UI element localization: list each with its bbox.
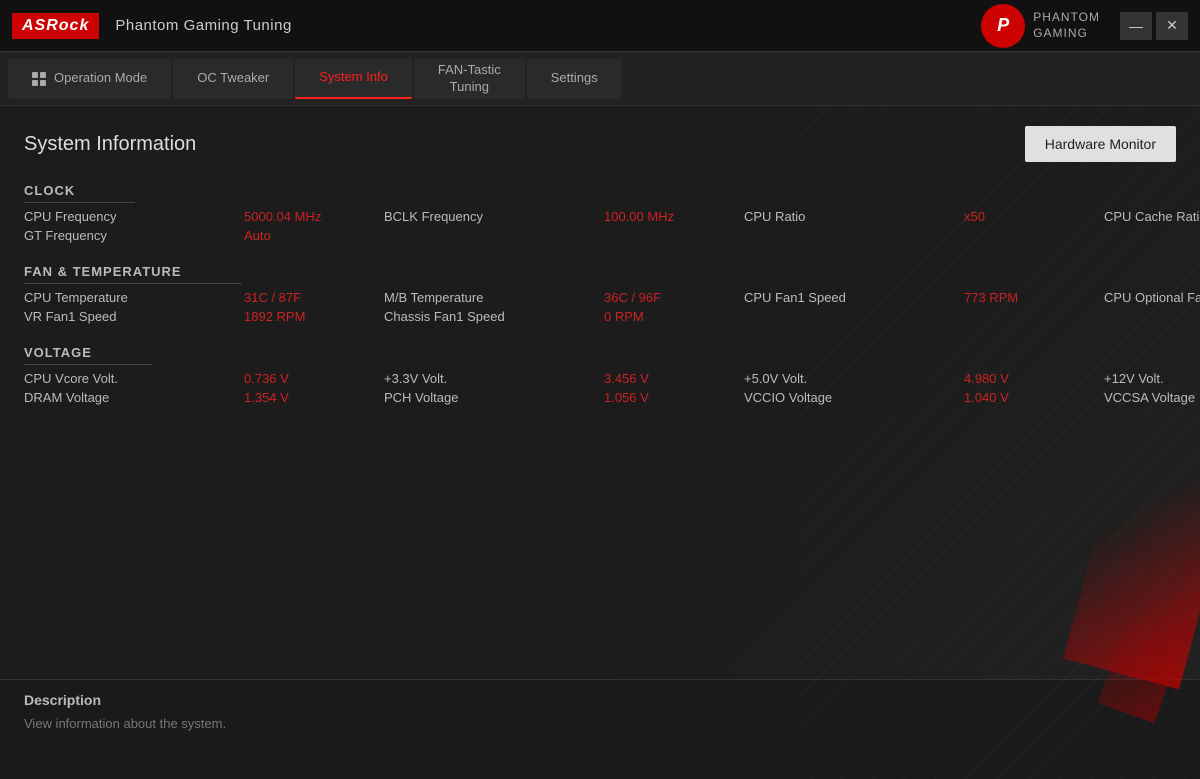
hardware-monitor-button[interactable]: Hardware Monitor — [1025, 126, 1176, 162]
table-row: CPU Temperature 31C / 87F M/B Temperatur… — [24, 290, 1176, 305]
cpu-vcore-value: 0.736 V — [244, 371, 384, 386]
dram-voltage-label: DRAM Voltage — [24, 390, 244, 405]
p12v-label: +12V Volt. — [1104, 371, 1200, 386]
cpu-ratio-label: CPU Ratio — [744, 209, 964, 224]
mb-temp-label: M/B Temperature — [384, 290, 604, 305]
vr-fan1-label: VR Fan1 Speed — [24, 309, 244, 324]
section-header: System Information Hardware Monitor — [24, 126, 1176, 162]
cpu-vcore-label: CPU Vcore Volt. — [24, 371, 244, 386]
system-info-area: System Information Hardware Monitor CLOC… — [0, 106, 1200, 679]
gt-frequency-value: Auto — [244, 228, 384, 243]
cpu-frequency-label: CPU Frequency — [24, 209, 244, 224]
window-controls: — ✕ — [1120, 12, 1188, 40]
vccsa-voltage-label: VCCSA Voltage — [1104, 390, 1200, 405]
grid-dot — [32, 80, 38, 86]
grid-icon — [32, 72, 46, 86]
cpu-fan1-label: CPU Fan1 Speed — [744, 290, 964, 305]
p33v-value: 3.456 V — [604, 371, 744, 386]
cpu-temp-label: CPU Temperature — [24, 290, 244, 305]
grid-dot — [40, 72, 46, 78]
minimize-button[interactable]: — — [1120, 12, 1152, 40]
clock-section: CLOCK CPU Frequency 5000.04 MHz BCLK Fre… — [24, 182, 1176, 243]
cpu-fan1-value: 773 RPM — [964, 290, 1104, 305]
table-row: GT Frequency Auto — [24, 228, 1176, 243]
cpu-opt-fan-label: CPU Optional Fan Speed — [1104, 290, 1200, 305]
cpu-ratio-value: x50 — [964, 209, 1104, 224]
bclk-frequency-label: BCLK Frequency — [384, 209, 604, 224]
pch-voltage-value: 1.056 V — [604, 390, 744, 405]
tab-operation-mode-label: Operation Mode — [54, 70, 147, 87]
fan-temp-rows: CPU Temperature 31C / 87F M/B Temperatur… — [24, 290, 1176, 324]
cpu-cache-ratio-label: CPU Cache Ratio — [1104, 209, 1200, 224]
description-footer: Description View information about the s… — [0, 679, 1200, 779]
chassis-fan1-label: Chassis Fan1 Speed — [384, 309, 604, 324]
description-text: View information about the system. — [24, 716, 1176, 731]
p50v-label: +5.0V Volt. — [744, 371, 964, 386]
tab-settings[interactable]: Settings — [527, 59, 622, 99]
pch-voltage-label: PCH Voltage — [384, 390, 604, 405]
description-title: Description — [24, 692, 1176, 708]
fan-temp-section-title: FAN & TEMPERATURE — [24, 264, 242, 284]
grid-dot — [32, 72, 38, 78]
tab-system-info[interactable]: System Info — [295, 59, 412, 99]
mb-temp-value: 36C / 96F — [604, 290, 744, 305]
cpu-frequency-value: 5000.04 MHz — [244, 209, 384, 224]
phantom-logo-text: PHANTOMGAMING — [1033, 10, 1100, 41]
table-row: CPU Frequency 5000.04 MHz BCLK Frequency… — [24, 209, 1176, 224]
fan-temp-section: FAN & TEMPERATURE CPU Temperature 31C / … — [24, 263, 1176, 324]
table-row: VR Fan1 Speed 1892 RPM Chassis Fan1 Spee… — [24, 309, 1176, 324]
vr-fan1-value: 1892 RPM — [244, 309, 384, 324]
tab-operation-mode[interactable]: Operation Mode — [8, 59, 171, 99]
p50v-value: 4.980 V — [964, 371, 1104, 386]
table-row: CPU Vcore Volt. 0.736 V +3.3V Volt. 3.45… — [24, 371, 1176, 386]
asrock-logo: ASRock — [12, 13, 99, 39]
vccio-voltage-label: VCCIO Voltage — [744, 390, 964, 405]
section-title: System Information — [24, 133, 196, 156]
app-title: Phantom Gaming Tuning — [115, 17, 291, 34]
vccio-voltage-value: 1.040 V — [964, 390, 1104, 405]
tab-fan-tastic[interactable]: FAN-Tastic Tuning — [414, 59, 525, 99]
phantom-logo-icon: P — [981, 4, 1025, 48]
clock-rows: CPU Frequency 5000.04 MHz BCLK Frequency… — [24, 209, 1176, 243]
title-bar: ASRock Phantom Gaming Tuning P PHANTOMGA… — [0, 0, 1200, 52]
voltage-rows: CPU Vcore Volt. 0.736 V +3.3V Volt. 3.45… — [24, 371, 1176, 405]
cpu-temp-value: 31C / 87F — [244, 290, 384, 305]
grid-dot — [40, 80, 46, 86]
tab-oc-tweaker[interactable]: OC Tweaker — [173, 59, 293, 99]
clock-section-title: CLOCK — [24, 183, 135, 203]
chassis-fan1-value: 0 RPM — [604, 309, 744, 324]
dram-voltage-value: 1.354 V — [244, 390, 384, 405]
voltage-section: VOLTAGE CPU Vcore Volt. 0.736 V +3.3V Vo… — [24, 344, 1176, 405]
bclk-frequency-value: 100.00 MHz — [604, 209, 744, 224]
voltage-section-title: VOLTAGE — [24, 345, 152, 365]
title-bar-left: ASRock Phantom Gaming Tuning — [12, 13, 292, 39]
gt-frequency-label: GT Frequency — [24, 228, 244, 243]
p33v-label: +3.3V Volt. — [384, 371, 604, 386]
nav-tabs: Operation Mode OC Tweaker System Info FA… — [0, 52, 1200, 106]
phantom-logo: P PHANTOMGAMING — [981, 4, 1100, 48]
table-row: DRAM Voltage 1.354 V PCH Voltage 1.056 V… — [24, 390, 1176, 405]
main-content: System Information Hardware Monitor CLOC… — [0, 106, 1200, 779]
title-bar-right: P PHANTOMGAMING — ✕ — [981, 4, 1188, 48]
close-button[interactable]: ✕ — [1156, 12, 1188, 40]
